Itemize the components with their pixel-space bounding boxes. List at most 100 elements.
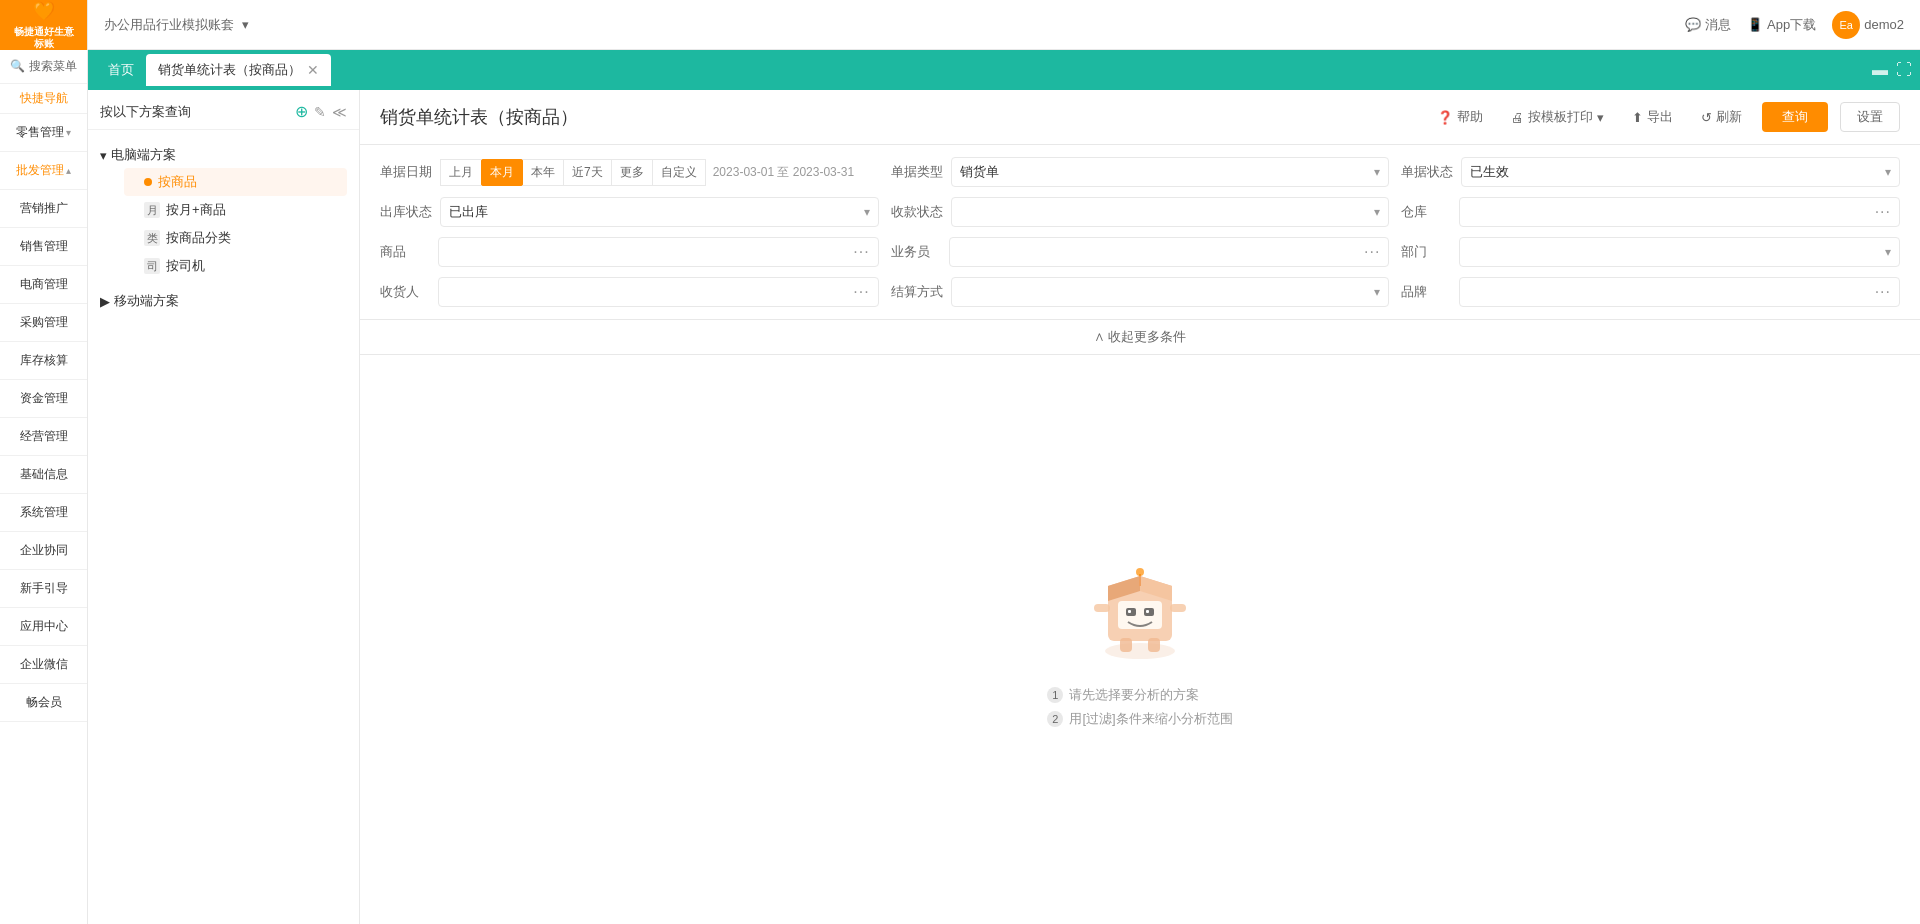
doc-status-label: 单据状态: [1401, 163, 1453, 181]
sidebar-item-purchase[interactable]: 采购管理: [0, 304, 87, 342]
filter-row-4: 收货人 ··· 结算方式 ▾ 品牌: [380, 277, 1900, 307]
staff-input[interactable]: ···: [949, 237, 1390, 267]
help-btn[interactable]: ❓ 帮助: [1429, 104, 1491, 130]
tree-group-desktop-arrow: ▾: [100, 148, 107, 163]
doc-type-input[interactable]: 销货单 ▾: [951, 157, 1390, 187]
tree-item-driver[interactable]: 司 按司机: [124, 252, 347, 280]
date-tab-7days[interactable]: 近7天: [563, 159, 612, 186]
goods-label: 商品: [380, 243, 430, 261]
tree-group-mobile-title[interactable]: ▶ 移动端方案: [100, 288, 347, 314]
filter-panel-title: 按以下方案查询: [100, 103, 191, 121]
print-dropdown-icon[interactable]: ▾: [1597, 110, 1604, 125]
brand-input[interactable]: ···: [1459, 277, 1900, 307]
dept-input[interactable]: ▾: [1459, 237, 1900, 267]
app-download-btn[interactable]: 📱 App下载: [1747, 16, 1816, 34]
sidebar-item-member[interactable]: 畅会员: [0, 684, 87, 722]
storage-label: 仓库: [1401, 203, 1451, 221]
tree-item-goods-category[interactable]: 类 按商品分类: [124, 224, 347, 252]
export-label: 导出: [1647, 108, 1673, 126]
refresh-btn[interactable]: ↺ 刷新: [1693, 104, 1750, 130]
date-tab-custom[interactable]: 自定义: [652, 159, 706, 186]
message-btn[interactable]: 💬 消息: [1685, 16, 1731, 34]
settings-button[interactable]: 设置: [1840, 102, 1900, 132]
print-label: 按模板打印: [1528, 108, 1593, 126]
date-tab-this-month[interactable]: 本月: [481, 159, 523, 186]
empty-tips: 1 请先选择要分析的方案 2 用[过滤]条件来缩小分析范围: [1047, 686, 1232, 734]
tree-group-mobile-arrow: ▶: [100, 294, 110, 309]
sidebar-item-ecommerce[interactable]: 电商管理: [0, 266, 87, 304]
sidebar-item-finance[interactable]: 资金管理: [0, 380, 87, 418]
sidebar-item-operation[interactable]: 经营管理: [0, 418, 87, 456]
tip-num-2: 2: [1047, 711, 1063, 727]
sidebar-item-guide[interactable]: 新手引导: [0, 570, 87, 608]
sidebar-item-marketing[interactable]: 营销推广: [0, 190, 87, 228]
collapse-bar[interactable]: ∧ 收起更多条件: [360, 320, 1920, 355]
export-btn[interactable]: ⬆ 导出: [1624, 104, 1681, 130]
settlement-label: 结算方式: [891, 283, 943, 301]
warehouse-input[interactable]: 已出库 ▾: [440, 197, 879, 227]
sidebar-item-appstore[interactable]: 应用中心: [0, 608, 87, 646]
sidebar-item-system[interactable]: 系统管理: [0, 494, 87, 532]
sidebar-item-inventory[interactable]: 库存核算: [0, 342, 87, 380]
tree-item-by-goods[interactable]: 按商品: [124, 168, 347, 196]
svg-rect-6: [1146, 610, 1149, 613]
collapse-label: ∧ 收起更多条件: [1094, 329, 1187, 344]
tab-close-icon[interactable]: ✕: [307, 63, 319, 77]
collapse-panel-icon[interactable]: ≪: [332, 104, 347, 120]
brand-field: 品牌 ···: [1401, 277, 1900, 307]
sidebar-item-wechat[interactable]: 企业微信: [0, 646, 87, 684]
sidebar-item-sales[interactable]: 销售管理: [0, 228, 87, 266]
ecommerce-label: 电商管理: [20, 276, 68, 293]
filter-panel-icons: ⊕ ✎ ≪: [295, 102, 347, 121]
app-download-label: App下载: [1767, 16, 1816, 34]
sidebar-item-enterprise[interactable]: 企业协同: [0, 532, 87, 570]
tree-item-month-goods[interactable]: 月 按月+商品: [124, 196, 347, 224]
tree-item-driver-label: 按司机: [166, 257, 205, 275]
svg-rect-5: [1128, 610, 1131, 613]
tree-group-mobile: ▶ 移动端方案: [88, 284, 359, 318]
tree-subgroup-desktop: 按商品 月 按月+商品 类 按商品分类 司 按司机: [100, 168, 347, 280]
goods-input[interactable]: ···: [438, 237, 879, 267]
sidebar-item-wholesale[interactable]: 批发管理 ▴: [0, 152, 87, 190]
storage-input[interactable]: ···: [1459, 197, 1900, 227]
search-menu[interactable]: 🔍 搜索菜单: [0, 50, 87, 84]
top-bar-left: 办公用品行业模拟账套 ▾: [104, 16, 249, 34]
tree-group-desktop-title[interactable]: ▾ 电脑端方案: [100, 142, 347, 168]
print-btn[interactable]: 🖨 按模板打印 ▾: [1503, 104, 1612, 130]
date-tab-this-year[interactable]: 本年: [522, 159, 564, 186]
tab-minimize-icon[interactable]: ▬: [1872, 61, 1888, 79]
date-tab-last-month[interactable]: 上月: [440, 159, 482, 186]
query-button[interactable]: 查询: [1762, 102, 1828, 132]
svg-rect-11: [1120, 638, 1132, 652]
user-avatar[interactable]: Ea demo2: [1832, 11, 1904, 39]
tab-maximize-icon[interactable]: ⛶: [1896, 61, 1912, 79]
tip-1-text: 请先选择要分析的方案: [1069, 686, 1199, 704]
tab-home[interactable]: 首页: [96, 54, 146, 86]
date-tab-more[interactable]: 更多: [611, 159, 653, 186]
edit-scheme-icon[interactable]: ✎: [314, 104, 326, 120]
tab-report-label: 销货单统计表（按商品）: [158, 61, 301, 79]
logo-icon: 🧡: [33, 0, 55, 23]
top-bar-right: 💬 消息 📱 App下载 Ea demo2: [1685, 11, 1904, 39]
doc-status-input[interactable]: 已生效 ▾: [1461, 157, 1900, 187]
tab-bar-right: ▬ ⛶: [1872, 61, 1912, 79]
tab-report[interactable]: 销货单统计表（按商品） ✕: [146, 54, 331, 86]
filter-panel: 按以下方案查询 ⊕ ✎ ≪ ▾ 电脑端方案 按商品: [88, 90, 360, 924]
download-icon: 📱: [1747, 17, 1763, 32]
sidebar-item-retail[interactable]: 零售管理 ▾: [0, 114, 87, 152]
quick-nav[interactable]: 快捷导航: [0, 84, 87, 114]
tab-bar: 首页 销货单统计表（按商品） ✕ ▬ ⛶: [88, 50, 1920, 90]
settlement-input[interactable]: ▾: [951, 277, 1390, 307]
finance-label: 资金管理: [20, 390, 68, 407]
industry-dropdown-icon[interactable]: ▾: [242, 17, 249, 32]
appstore-label: 应用中心: [20, 618, 68, 635]
payment-input[interactable]: ▾: [951, 197, 1390, 227]
message-label: 消息: [1705, 16, 1731, 34]
add-scheme-icon[interactable]: ⊕: [295, 102, 308, 121]
receiver-input[interactable]: ···: [438, 277, 879, 307]
driver-icon: 司: [144, 258, 160, 274]
sidebar-item-basic[interactable]: 基础信息: [0, 456, 87, 494]
tab-home-label: 首页: [108, 61, 134, 79]
receiver-field: 收货人 ···: [380, 277, 879, 307]
warehouse-chevron: ▾: [864, 205, 870, 219]
